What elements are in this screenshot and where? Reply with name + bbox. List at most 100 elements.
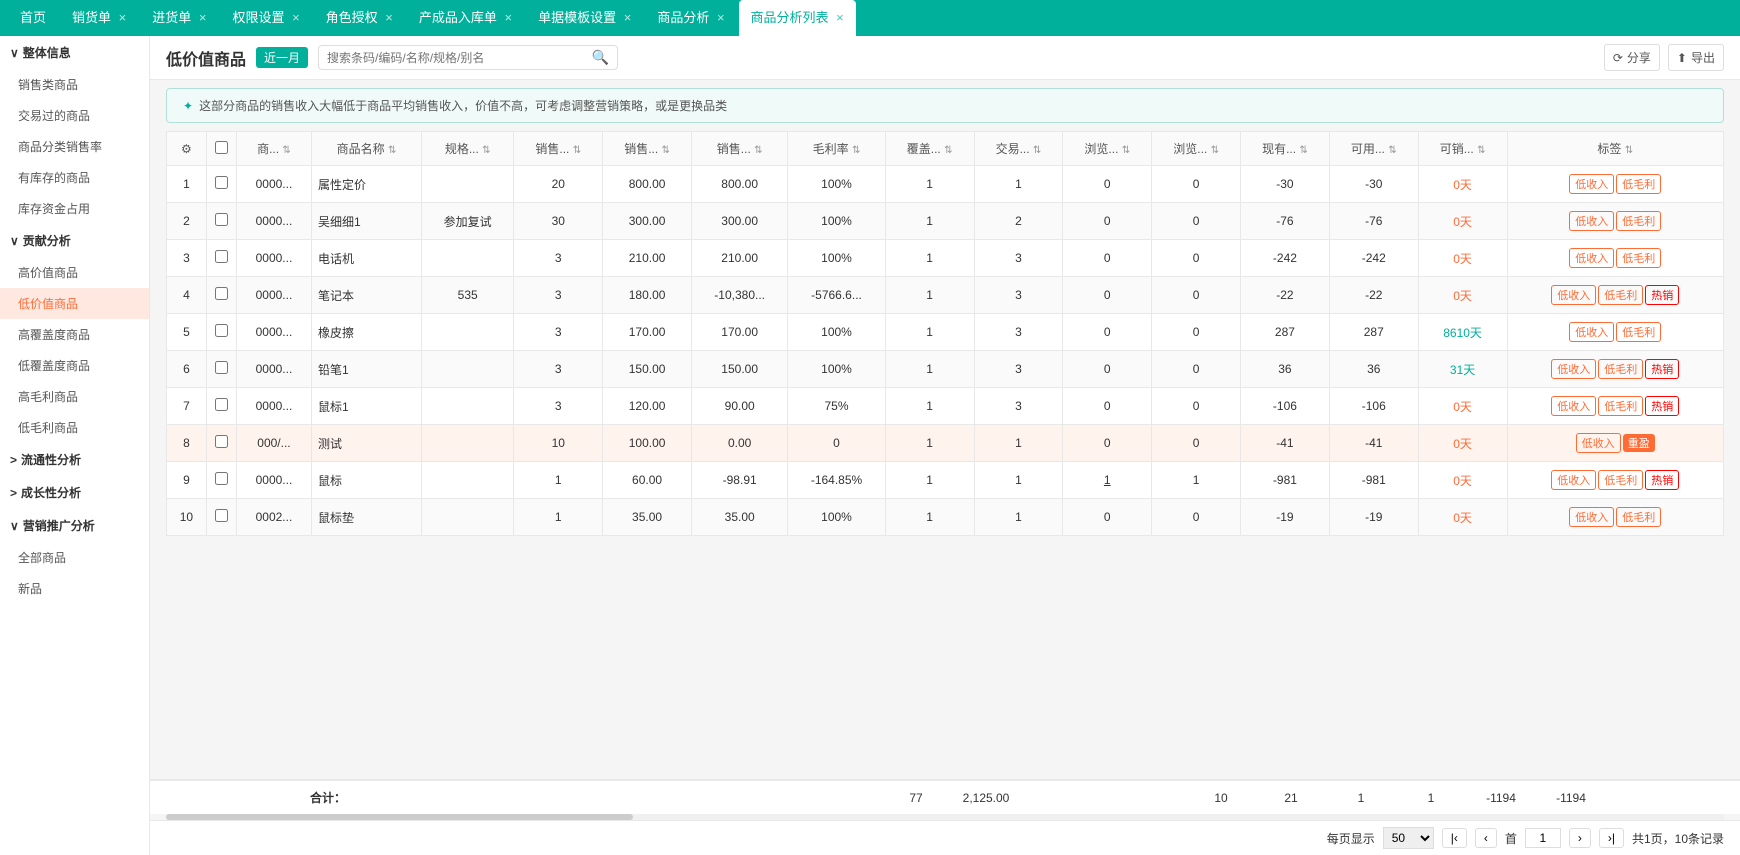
close-icon[interactable]: × xyxy=(199,10,207,25)
nav-home[interactable]: 首页 xyxy=(8,0,58,36)
row-checkbox-cell[interactable] xyxy=(206,314,236,351)
sidebar-item-high-margin[interactable]: 高毛利商品 xyxy=(0,381,149,412)
row-checkbox[interactable] xyxy=(215,176,228,189)
next-page-button[interactable]: › xyxy=(1569,828,1591,848)
nav-product-entry[interactable]: 产成品入库单 × xyxy=(407,0,524,36)
row-checkbox-cell[interactable] xyxy=(206,425,236,462)
row-checkbox-cell[interactable] xyxy=(206,240,236,277)
row-name[interactable]: 吴细细1 xyxy=(312,203,422,240)
page-number-input[interactable] xyxy=(1525,828,1561,848)
row-checkbox-cell[interactable] xyxy=(206,351,236,388)
sidebar-item-high-value[interactable]: 高价值商品 xyxy=(0,257,149,288)
row-checkbox-cell[interactable] xyxy=(206,462,236,499)
row-name[interactable]: 属性定价 xyxy=(312,166,422,203)
sidebar-item-low-coverage[interactable]: 低覆盖度商品 xyxy=(0,350,149,381)
sidebar-item-low-value[interactable]: 低价值商品 xyxy=(0,288,149,319)
close-icon[interactable]: × xyxy=(385,10,393,25)
sidebar-item-high-coverage[interactable]: 高覆盖度商品 xyxy=(0,319,149,350)
nav-template[interactable]: 单据模板设置 × xyxy=(526,0,643,36)
col-code-header[interactable]: 商... ⇅ xyxy=(236,132,311,166)
per-page-select[interactable]: 50 100 200 xyxy=(1383,827,1434,849)
select-all-checkbox[interactable] xyxy=(215,141,228,154)
col-stock3-header[interactable]: 可销... ⇅ xyxy=(1418,132,1507,166)
nav-goods-analysis[interactable]: 商品分析 × xyxy=(645,0,736,36)
sidebar: ∨ 整体信息 销售类商品 交易过的商品 商品分类销售率 有库存的商品 库存资金占… xyxy=(0,36,150,855)
sidebar-item-new-goods[interactable]: 新品 xyxy=(0,573,149,604)
close-icon[interactable]: × xyxy=(624,10,632,25)
row-spec xyxy=(422,240,514,277)
row-name[interactable]: 鼠标1 xyxy=(312,388,422,425)
row-checkbox[interactable] xyxy=(215,324,228,337)
col-spec-header[interactable]: 规格... ⇅ xyxy=(422,132,514,166)
row-name[interactable]: 铅笔1 xyxy=(312,351,422,388)
nav-permissions[interactable]: 权限设置 × xyxy=(220,0,311,36)
row-checkbox[interactable] xyxy=(215,472,228,485)
nav-roles[interactable]: 角色授权 × xyxy=(314,0,405,36)
sidebar-item-stocked-goods[interactable]: 有库存的商品 xyxy=(0,162,149,193)
sidebar-group-title-overall[interactable]: ∨ 整体信息 xyxy=(0,36,149,69)
sidebar-group-title-contribution[interactable]: ∨ 贡献分析 xyxy=(0,224,149,257)
row-name[interactable]: 电话机 xyxy=(312,240,422,277)
last-page-button[interactable]: ›| xyxy=(1599,828,1624,848)
row-checkbox-cell[interactable] xyxy=(206,388,236,425)
search-icon[interactable]: 🔍 xyxy=(592,49,609,66)
col-settings[interactable]: ⚙ xyxy=(167,132,207,166)
sidebar-item-category-sales[interactable]: 商品分类销售率 xyxy=(0,131,149,162)
filter-tag[interactable]: 近一月 xyxy=(256,47,308,68)
row-checkbox-cell[interactable] xyxy=(206,166,236,203)
col-browse2-header[interactable]: 浏览... ⇅ xyxy=(1152,132,1241,166)
close-icon[interactable]: × xyxy=(505,10,513,25)
row-name[interactable]: 测试 xyxy=(312,425,422,462)
row-browse1[interactable]: 1 xyxy=(1063,462,1152,499)
row-checkbox-cell[interactable] xyxy=(206,499,236,536)
share-button[interactable]: ⟳ 分享 xyxy=(1604,44,1660,71)
nav-purchase[interactable]: 进货单 × xyxy=(140,0,218,36)
close-icon[interactable]: × xyxy=(717,10,725,25)
col-trade-header[interactable]: 交易... ⇅ xyxy=(974,132,1063,166)
sidebar-group-title-growth[interactable]: > 成长性分析 xyxy=(0,476,149,509)
row-name[interactable]: 鼠标 xyxy=(312,462,422,499)
row-checkbox[interactable] xyxy=(215,509,228,522)
col-margin-header[interactable]: 毛利率 ⇅ xyxy=(788,132,885,166)
row-checkbox[interactable] xyxy=(215,213,228,226)
row-checkbox[interactable] xyxy=(215,287,228,300)
col-checkbox[interactable] xyxy=(206,132,236,166)
col-sales2-header[interactable]: 销售... ⇅ xyxy=(603,132,692,166)
row-checkbox-cell[interactable] xyxy=(206,203,236,240)
row-spec: 535 xyxy=(422,277,514,314)
nav-goods-list[interactable]: 商品分析列表 × xyxy=(739,0,856,36)
sidebar-group-title-marketing[interactable]: ∨ 营销推广分析 xyxy=(0,509,149,542)
row-checkbox[interactable] xyxy=(215,435,228,448)
row-checkbox-cell[interactable] xyxy=(206,277,236,314)
nav-sales[interactable]: 销货单 × xyxy=(60,0,138,36)
sidebar-item-sales-goods[interactable]: 销售类商品 xyxy=(0,69,149,100)
first-page-button[interactable]: |‹ xyxy=(1442,828,1467,848)
prev-page-button[interactable]: ‹ xyxy=(1475,828,1497,848)
col-name-header[interactable]: 商品名称 ⇅ xyxy=(312,132,422,166)
sidebar-item-all-goods[interactable]: 全部商品 xyxy=(0,542,149,573)
row-stock2: -76 xyxy=(1329,203,1418,240)
export-button[interactable]: ⬆ 导出 xyxy=(1668,44,1724,71)
row-name[interactable]: 橡皮擦 xyxy=(312,314,422,351)
row-coverage: 1 xyxy=(885,203,974,240)
row-checkbox[interactable] xyxy=(215,361,228,374)
row-name[interactable]: 笔记本 xyxy=(312,277,422,314)
close-icon[interactable]: × xyxy=(836,10,844,25)
close-icon[interactable]: × xyxy=(292,10,300,25)
sidebar-group-title-circulation[interactable]: > 流通性分析 xyxy=(0,443,149,476)
row-checkbox[interactable] xyxy=(215,398,228,411)
col-coverage-header[interactable]: 覆盖... ⇅ xyxy=(885,132,974,166)
sidebar-item-traded-goods[interactable]: 交易过的商品 xyxy=(0,100,149,131)
col-sales1-header[interactable]: 销售... ⇅ xyxy=(514,132,603,166)
row-name[interactable]: 鼠标垫 xyxy=(312,499,422,536)
col-sales3-header[interactable]: 销售... ⇅ xyxy=(691,132,787,166)
close-icon[interactable]: × xyxy=(119,10,127,25)
col-stock2-header[interactable]: 可用... ⇅ xyxy=(1329,132,1418,166)
search-input[interactable] xyxy=(327,51,588,65)
col-tags-header[interactable]: 标签 ⇅ xyxy=(1507,132,1724,166)
sidebar-item-stock-capital[interactable]: 库存资金占用 xyxy=(0,193,149,224)
sidebar-item-low-margin[interactable]: 低毛利商品 xyxy=(0,412,149,443)
row-checkbox[interactable] xyxy=(215,250,228,263)
col-stock1-header[interactable]: 现有... ⇅ xyxy=(1241,132,1330,166)
col-browse1-header[interactable]: 浏览... ⇅ xyxy=(1063,132,1152,166)
